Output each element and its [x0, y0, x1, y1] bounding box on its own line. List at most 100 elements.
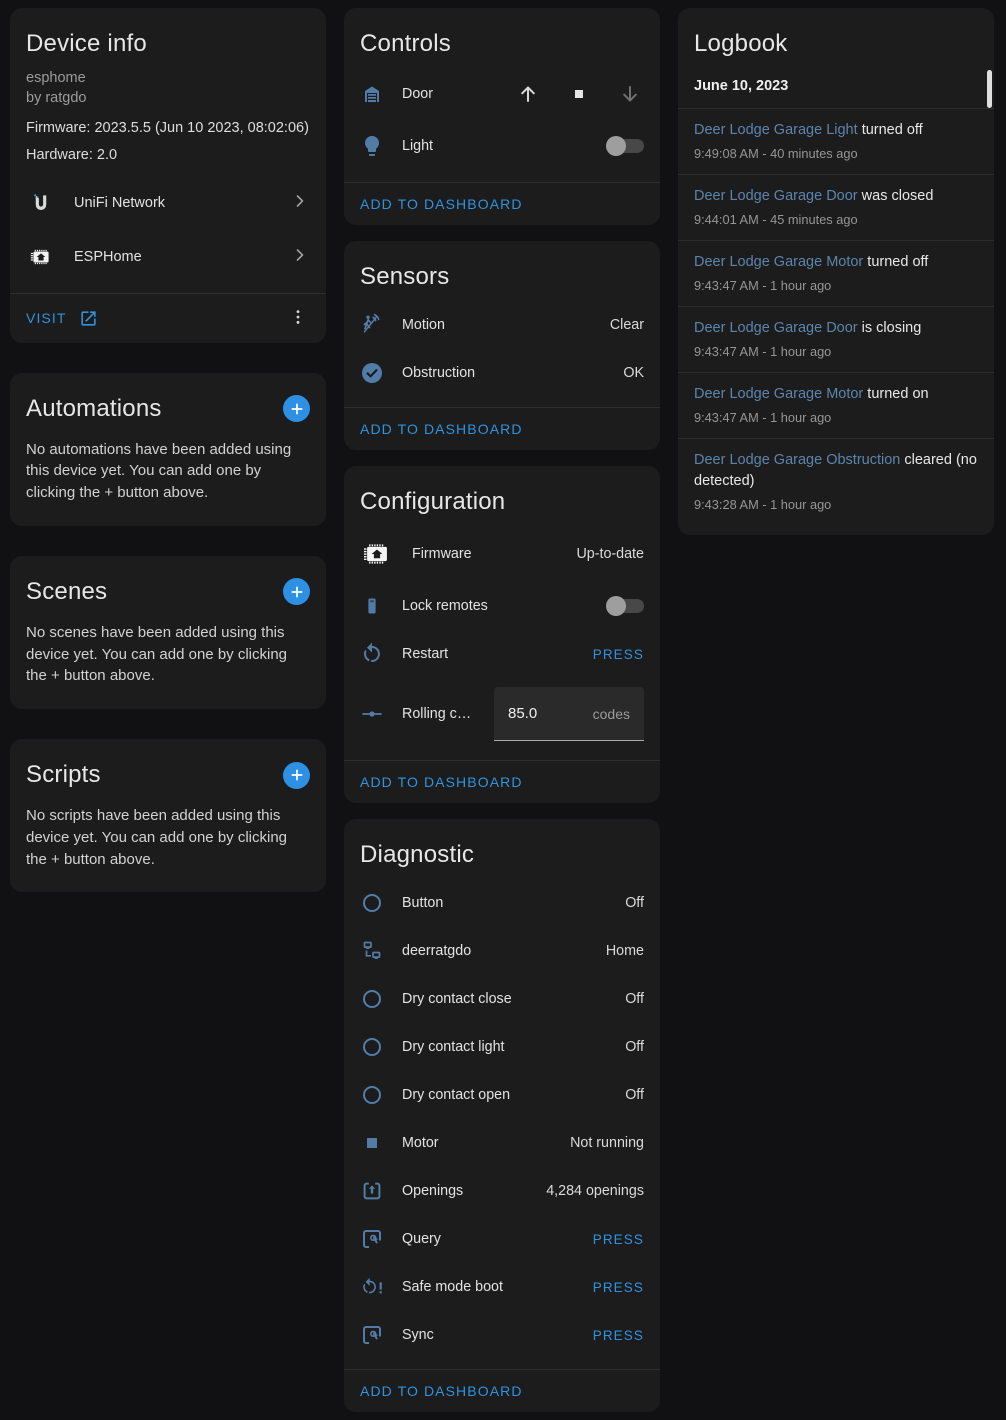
automations-title: Automations	[26, 394, 162, 422]
lightbulb-icon	[360, 134, 384, 158]
open-in-new-icon	[80, 310, 96, 326]
entity-label: deerratgdo	[402, 943, 472, 959]
overflow-menu-icon[interactable]	[286, 305, 310, 332]
entity-row-button[interactable]: Button Off	[344, 879, 660, 927]
gesture-tap-box-icon	[360, 1227, 384, 1251]
cover-open-button[interactable]	[516, 82, 540, 106]
diagnostic-card: Diagnostic Button Off deerratgdo Home Dr…	[344, 819, 660, 1412]
esphome-chip-icon	[360, 537, 394, 571]
logbook-action: turned off	[867, 254, 929, 271]
left-column: Device info esphome by ratgdo Firmware: …	[10, 8, 326, 893]
entity-label: Obstruction	[402, 365, 476, 381]
add-to-dashboard-button[interactable]: ADD TO DASHBOARD	[360, 1383, 644, 1399]
entity-row-motor[interactable]: Motor Not running	[344, 1119, 660, 1167]
logbook-timestamp: 9:49:08 AM - 40 minutes ago	[694, 146, 858, 162]
cover-stop-button[interactable]	[567, 82, 591, 106]
entity-row-light[interactable]: Light	[344, 120, 660, 172]
entity-row-deerratgdo[interactable]: deerratgdo Home	[344, 927, 660, 975]
entity-row-door[interactable]: Door	[344, 68, 660, 120]
circle-outline-icon	[360, 987, 384, 1011]
add-automation-button[interactable]	[283, 395, 310, 423]
entity-label: Openings	[402, 1183, 464, 1199]
entity-row-rolling-code[interactable]: Rolling co… 85.0 codes	[344, 678, 660, 750]
automations-empty-text: No automations have been added using thi…	[26, 440, 292, 502]
logbook-entity-link[interactable]: Deer Lodge Garage Motor	[694, 254, 863, 270]
entity-row-dry-contact-light[interactable]: Dry contact light Off	[344, 1023, 660, 1071]
sensors-add-bar: ADD TO DASHBOARD	[344, 407, 660, 450]
device-info-card: Device info esphome by ratgdo Firmware: …	[10, 8, 326, 343]
device-firmware-line: Firmware: 2023.5.5 (Jun 10 2023, 08:02:0…	[26, 119, 309, 136]
entity-row-openings[interactable]: Openings 4,284 openings	[344, 1167, 660, 1215]
integration-row-esphome[interactable]: ESPHome	[10, 233, 326, 281]
safe-mode-boot-press-button[interactable]: PRESS	[593, 1280, 644, 1295]
entity-row-sync[interactable]: Sync PRESS	[344, 1311, 660, 1359]
square-icon	[360, 1131, 384, 1155]
add-to-dashboard-button[interactable]: ADD TO DASHBOARD	[360, 421, 644, 437]
entity-row-restart[interactable]: Restart PRESS	[344, 630, 660, 678]
sync-press-button[interactable]: PRESS	[593, 1328, 644, 1343]
entity-label: Button	[402, 895, 444, 911]
entity-row-dry-contact-open[interactable]: Dry contact open Off	[344, 1071, 660, 1119]
arrow-up-box-icon	[360, 1179, 384, 1203]
entity-row-firmware[interactable]: Firmware Up-to-date	[344, 526, 660, 582]
logbook-entity-link[interactable]: Deer Lodge Garage Door	[694, 320, 858, 336]
logbook-date-header: June 10, 2023	[694, 78, 789, 94]
integration-row-unifi[interactable]: UniFi Network	[10, 179, 326, 227]
scenes-title: Scenes	[26, 577, 108, 605]
entity-row-dry-contact-close[interactable]: Dry contact close Off	[344, 975, 660, 1023]
logbook-entry: Deer Lodge Garage Door was closed 9:44:0…	[678, 174, 994, 240]
add-to-dashboard-button[interactable]: ADD TO DASHBOARD	[360, 774, 644, 790]
logbook-scrollbar-thumb[interactable]	[987, 70, 992, 108]
logbook-entity-link[interactable]: Deer Lodge Garage Motor	[694, 386, 863, 402]
middle-column: Controls Door Light ADD TO DASHBOARD Sen…	[344, 8, 660, 1412]
logbook-scroll-area: June 10, 2023 Deer Lodge Garage Light tu…	[678, 68, 994, 535]
entity-label: Rolling co…	[402, 706, 474, 722]
entity-row-obstruction[interactable]: Obstruction OK	[344, 349, 660, 397]
entity-value: 4,284 openings	[546, 1183, 644, 1199]
logbook-timestamp: 9:43:47 AM - 1 hour ago	[694, 344, 832, 360]
logbook-entity-link[interactable]: Deer Lodge Garage Door	[694, 188, 858, 204]
logbook-timestamp: 9:44:01 AM - 45 minutes ago	[694, 212, 858, 228]
restart-alert-icon	[360, 1275, 384, 1299]
rolling-code-input[interactable]: 85.0 codes	[494, 687, 644, 741]
visit-button[interactable]: VISIT	[26, 309, 98, 328]
entity-value: Home	[605, 943, 644, 959]
entity-row-motion[interactable]: Motion Clear	[344, 301, 660, 349]
cover-close-button[interactable]	[618, 82, 642, 106]
add-script-button[interactable]	[283, 761, 310, 789]
query-press-button[interactable]: PRESS	[593, 1232, 644, 1247]
logbook-entity-link[interactable]: Deer Lodge Garage Light	[694, 122, 858, 138]
scripts-title: Scripts	[26, 761, 101, 789]
entity-value: Not running	[570, 1135, 644, 1151]
esphome-logo-icon	[26, 242, 56, 272]
plus-icon	[290, 586, 303, 598]
unifi-logo-icon	[26, 188, 56, 218]
add-scene-button[interactable]	[283, 578, 310, 606]
light-toggle[interactable]	[606, 136, 644, 156]
entity-row-lock-remotes[interactable]: Lock remotes	[344, 582, 660, 630]
scenes-card: Scenes No scenes have been added using t…	[10, 555, 326, 710]
restart-press-button[interactable]: PRESS	[593, 647, 644, 662]
add-to-dashboard-button[interactable]: ADD TO DASHBOARD	[360, 196, 644, 212]
device-byline: by ratgdo	[26, 90, 87, 107]
visit-label: VISIT	[26, 310, 67, 327]
right-column: Logbook June 10, 2023 Deer Lodge Garage …	[678, 8, 994, 536]
logbook-entity-link[interactable]: Deer Lodge Garage Obstruction	[694, 452, 900, 468]
device-page: Device info esphome by ratgdo Firmware: …	[0, 0, 1006, 1420]
entity-label: Dry contact open	[402, 1087, 511, 1103]
entity-label: Lock remotes	[402, 598, 488, 614]
logbook-entry: Deer Lodge Garage Motor turned off 9:43:…	[678, 240, 994, 306]
device-info-actions: VISIT	[10, 292, 326, 343]
chevron-right-icon	[290, 191, 310, 214]
remote-icon	[360, 594, 384, 618]
entity-row-safe-mode-boot[interactable]: Safe mode boot PRESS	[344, 1263, 660, 1311]
lock-remotes-toggle[interactable]	[606, 596, 644, 616]
automations-card: Automations No automations have been add…	[10, 372, 326, 526]
circle-outline-icon	[360, 891, 384, 915]
restart-icon	[360, 642, 384, 666]
plus-icon	[290, 403, 303, 415]
entity-row-query[interactable]: Query PRESS	[344, 1215, 660, 1263]
configuration-card: Configuration Firmware Up-to-date Lock r…	[344, 466, 660, 803]
logbook-entry: Deer Lodge Garage Motor turned on 9:43:4…	[678, 372, 994, 438]
logbook-entry: Deer Lodge Garage Obstruction cleared (n…	[678, 438, 994, 525]
